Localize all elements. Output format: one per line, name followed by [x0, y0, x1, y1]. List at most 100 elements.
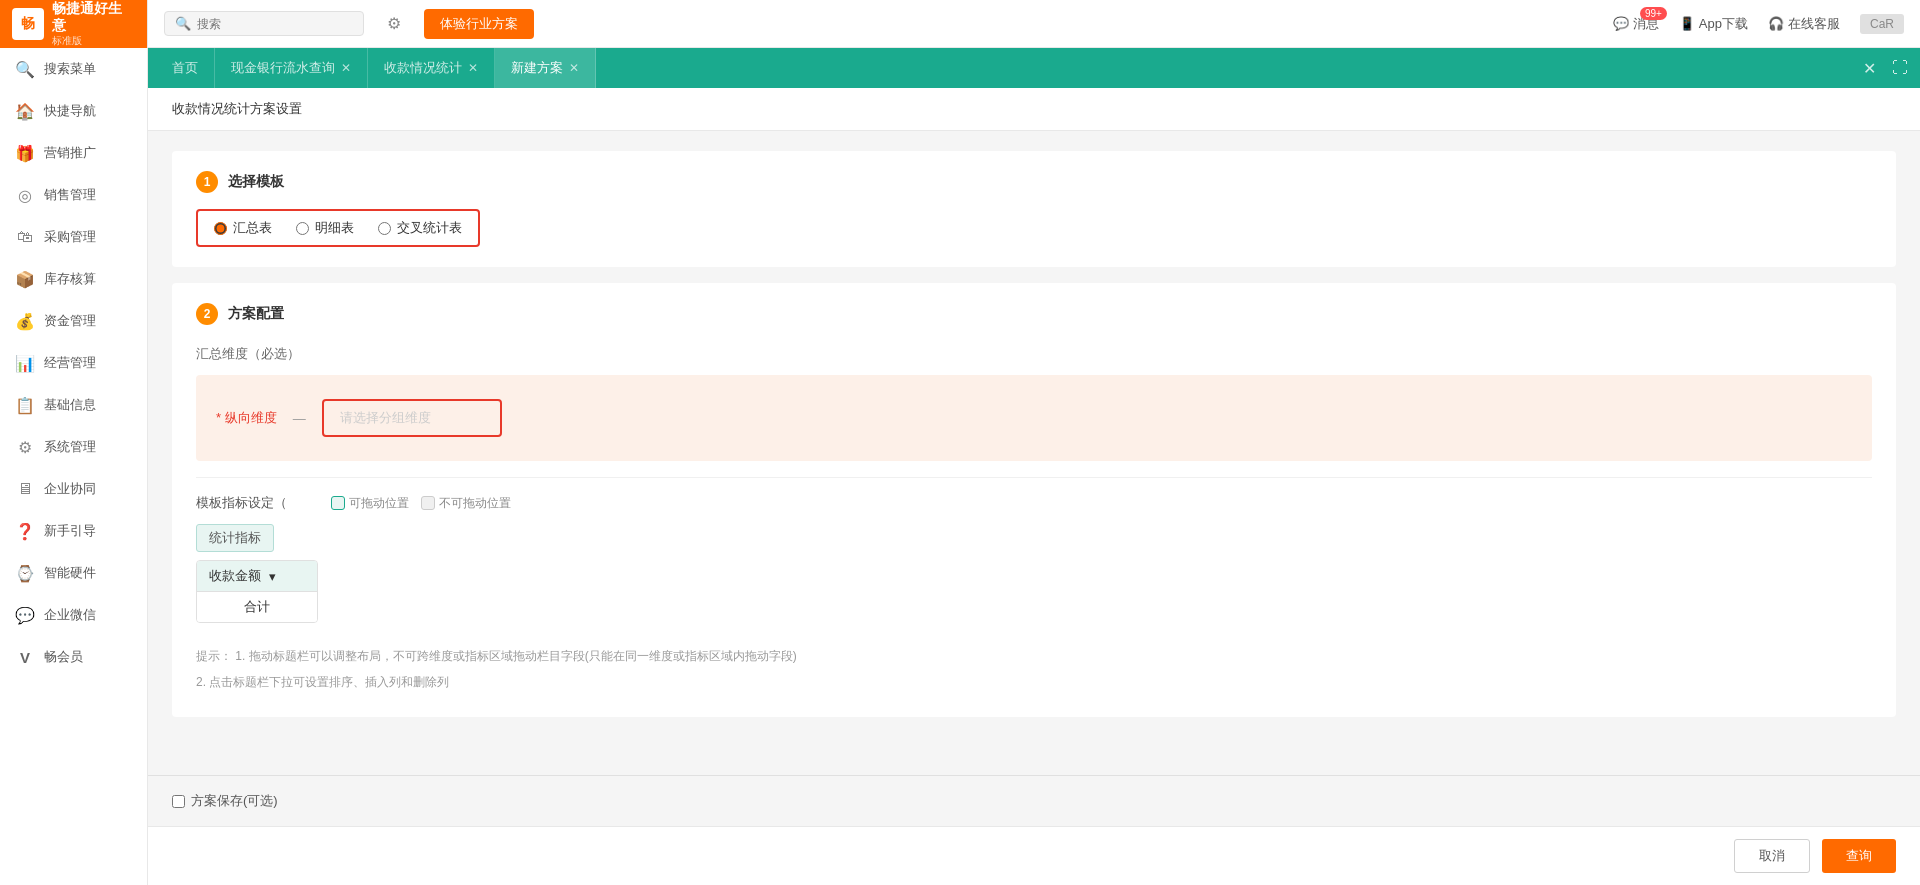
legend-movable: 可拖动位置 [331, 495, 409, 512]
tips-section: 提示： 1. 拖动标题栏可以调整布局，不可跨维度或指标区域拖动栏目字段(只能在同… [196, 646, 1872, 693]
tab-collection-stats-close[interactable]: ✕ [468, 61, 478, 75]
tab-new-plan-label: 新建方案 [511, 59, 563, 77]
dimension-row: 纵向维度 — 请选择分组维度 [216, 399, 1852, 437]
question-icon: ❓ [16, 522, 34, 540]
tab-new-plan-close[interactable]: ✕ [569, 61, 579, 75]
sidebar-item-search[interactable]: 🔍 搜索菜单 [0, 48, 147, 90]
tab-collection-stats-label: 收款情况统计 [384, 59, 462, 77]
tab-bank-flow[interactable]: 现金银行流水查询 ✕ [215, 48, 368, 88]
messages-item[interactable]: 💬 消息 99+ [1613, 15, 1659, 33]
search-input[interactable] [197, 17, 337, 31]
messages-badge: 99+ [1640, 7, 1667, 20]
option-summary[interactable]: 汇总表 [214, 219, 272, 237]
page-header: 收款情况统计方案设置 [148, 88, 1920, 131]
support-icon: 🎧 [1768, 16, 1784, 31]
tabbar: 首页 现金银行流水查询 ✕ 收款情况统计 ✕ 新建方案 ✕ ✕ ⛶ [148, 48, 1920, 88]
tab-home[interactable]: 首页 [156, 48, 215, 88]
close-all-icon[interactable]: ✕ [1859, 55, 1880, 82]
metrics-section: 模板指标设定（ 可拖动位置 不可拖动位置 [196, 494, 1872, 626]
metrics-legend: 可拖动位置 不可拖动位置 [331, 495, 511, 512]
metrics-table-row: 合计 [197, 592, 317, 622]
sidebar-item-label: 经营管理 [44, 354, 96, 372]
page-body: 1 选择模板 汇总表 明细表 交叉统计表 [148, 131, 1920, 775]
sidebar-item-purchase[interactable]: 🛍 采购管理 [0, 216, 147, 258]
option-cross-label: 交叉统计表 [397, 219, 462, 237]
metrics-table: 收款金额 ▾ 合计 [196, 560, 318, 623]
logo-icon: 畅 [12, 8, 44, 40]
save-checkbox-input[interactable] [172, 795, 185, 808]
tab-home-label: 首页 [172, 59, 198, 77]
sidebar-item-label: 基础信息 [44, 396, 96, 414]
search-icon: 🔍 [175, 16, 191, 31]
gift-icon: 🎁 [16, 144, 34, 162]
radio-detail[interactable] [296, 222, 309, 235]
column-header-label: 收款金额 [209, 567, 261, 585]
step1-header: 1 选择模板 [196, 171, 1872, 193]
gear-icon: ⚙ [16, 438, 34, 456]
dimension-area: 纵向维度 — 请选择分组维度 [196, 375, 1872, 461]
tab-bank-flow-close[interactable]: ✕ [341, 61, 351, 75]
step2-title: 方案配置 [228, 305, 284, 323]
dropdown-icon[interactable]: ▾ [269, 569, 276, 584]
content-area: 收款情况统计方案设置 1 选择模板 汇总表 明细表 [148, 88, 1920, 885]
tabbar-controls: ✕ ⛶ [1859, 55, 1912, 82]
user-info[interactable]: CaR [1860, 14, 1904, 34]
sidebar-item-quick-nav[interactable]: 🏠 快捷导航 [0, 90, 147, 132]
metrics-title-row: 模板指标设定（ 可拖动位置 不可拖动位置 [196, 494, 1872, 512]
query-button[interactable]: 查询 [1822, 839, 1896, 873]
step1-section: 1 选择模板 汇总表 明细表 交叉统计表 [172, 151, 1896, 267]
message-icon: 💬 [1613, 16, 1629, 31]
step1-number: 1 [196, 171, 218, 193]
sidebar-item-label: 企业协同 [44, 480, 96, 498]
tip-line2: 2. 点击标题栏下拉可设置排序、插入列和删除列 [196, 672, 1872, 694]
dimension-select[interactable]: 请选择分组维度 [322, 399, 502, 437]
sidebar-item-newbie[interactable]: ❓ 新手引导 [0, 510, 147, 552]
main-area: 🔍 ⚙ 体验行业方案 💬 消息 99+ 📱 App下载 🎧 在线客服 CaR 首… [148, 0, 1920, 885]
maximize-icon[interactable]: ⛶ [1888, 55, 1912, 81]
fixed-dot [421, 496, 435, 510]
option-detail[interactable]: 明细表 [296, 219, 354, 237]
search-box[interactable]: 🔍 [164, 11, 364, 36]
sidebar-item-sales[interactable]: ◎ 销售管理 [0, 174, 147, 216]
action-bar: 取消 查询 [148, 826, 1920, 885]
trial-button[interactable]: 体验行业方案 [424, 9, 534, 39]
vip-icon: V [16, 648, 34, 666]
sidebar-item-smart-hw[interactable]: ⌚ 智能硬件 [0, 552, 147, 594]
sidebar-item-label: 快捷导航 [44, 102, 96, 120]
sidebar-item-label: 系统管理 [44, 438, 96, 456]
sidebar-item-inventory[interactable]: 📦 库存核算 [0, 258, 147, 300]
tab-new-plan[interactable]: 新建方案 ✕ [495, 48, 596, 88]
home-icon: 🏠 [16, 102, 34, 120]
stats-label: 统计指标 [196, 524, 274, 552]
sidebar-item-enterprise-collab[interactable]: 🖥 企业协同 [0, 468, 147, 510]
step1-title: 选择模板 [228, 173, 284, 191]
option-cross[interactable]: 交叉统计表 [378, 219, 462, 237]
metrics-table-header[interactable]: 收款金额 ▾ [197, 561, 317, 592]
sidebar-item-capital[interactable]: 💰 资金管理 [0, 300, 147, 342]
sidebar-item-member[interactable]: V 畅会员 [0, 636, 147, 678]
cancel-button[interactable]: 取消 [1734, 839, 1810, 873]
legend-fixed-label: 不可拖动位置 [439, 495, 511, 512]
sidebar-item-operations[interactable]: 📊 经营管理 [0, 342, 147, 384]
metrics-label-row: 统计指标 [196, 524, 1872, 552]
app-download-label: App下载 [1699, 15, 1748, 33]
radio-summary[interactable] [214, 222, 227, 235]
sidebar-item-system[interactable]: ⚙ 系统管理 [0, 426, 147, 468]
sidebar-item-enterprise-wechat[interactable]: 💬 企业微信 [0, 594, 147, 636]
tab-bank-flow-label: 现金银行流水查询 [231, 59, 335, 77]
sidebar-item-label: 新手引导 [44, 522, 96, 540]
radio-cross[interactable] [378, 222, 391, 235]
step2-number: 2 [196, 303, 218, 325]
chart-icon: 📊 [16, 354, 34, 372]
save-checkbox[interactable]: 方案保存(可选) [172, 792, 278, 810]
sidebar-item-marketing[interactable]: 🎁 营销推广 [0, 132, 147, 174]
app-download-item[interactable]: 📱 App下载 [1679, 15, 1748, 33]
settings-icon[interactable]: ⚙ [380, 10, 408, 38]
circle-icon: ◎ [16, 186, 34, 204]
online-support-item[interactable]: 🎧 在线客服 [1768, 15, 1840, 33]
clipboard-icon: 📋 [16, 396, 34, 414]
sidebar-item-basic-info[interactable]: 📋 基础信息 [0, 384, 147, 426]
tab-collection-stats[interactable]: 收款情况统计 ✕ [368, 48, 495, 88]
money-icon: 💰 [16, 312, 34, 330]
sidebar: 畅 畅捷通好生意 标准版 🔍 搜索菜单 🏠 快捷导航 🎁 营销推广 ◎ 销售管理… [0, 0, 148, 885]
